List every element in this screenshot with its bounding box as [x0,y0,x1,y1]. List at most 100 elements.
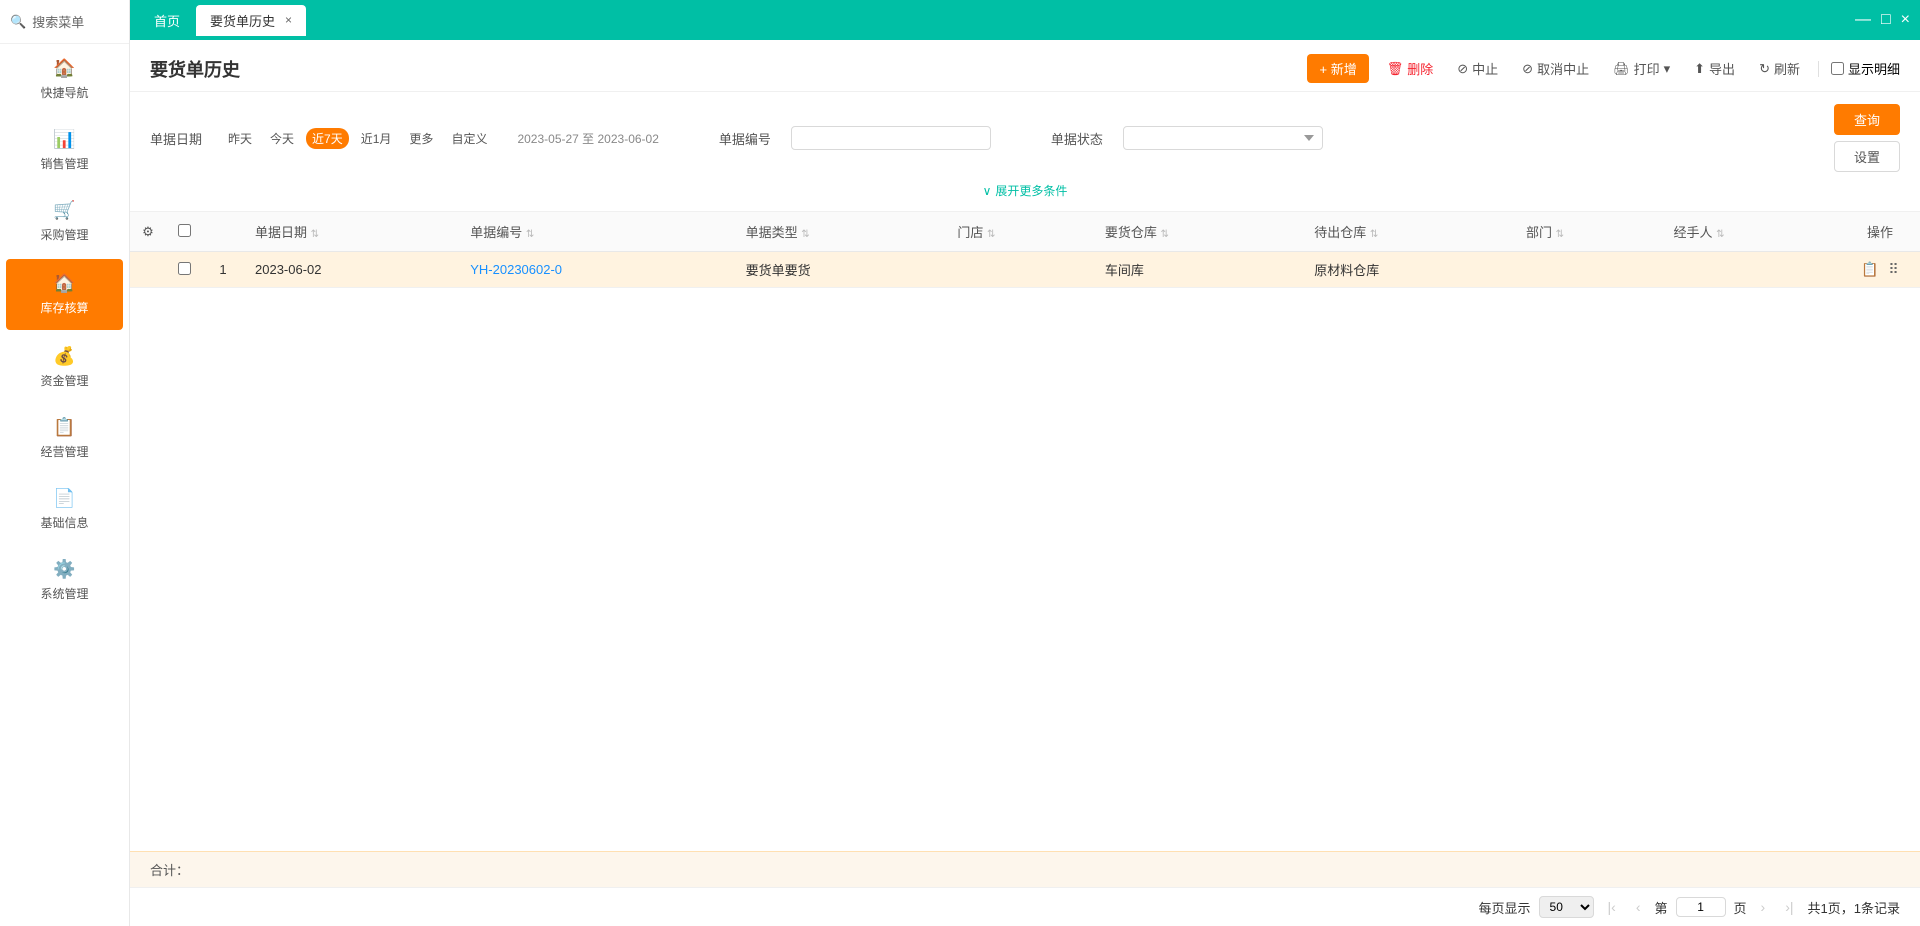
tab-home[interactable]: 首页 [140,5,194,36]
col-handler-header[interactable]: 经手人 ⇅ [1661,212,1840,252]
sidebar-item-finance[interactable]: 💰 资金管理 [0,332,129,403]
col-checkbox-header[interactable] [166,212,203,252]
main-area: 首页 要货单历史 × — □ × 要货单历史 + 新增 🗑 [130,0,1920,926]
row-select-checkbox[interactable] [178,262,191,275]
settings-icon-btn[interactable]: ⚙ [142,224,154,239]
table-header-row: ⚙ 单据日期 ⇅ 单据编号 [130,212,1920,252]
date-range-display: 2023-05-27 至 2023-06-02 [517,130,658,147]
refresh-button[interactable]: ↻ 刷新 [1753,55,1806,82]
sidebar-item-basic-label: 基础信息 [40,514,88,531]
sidebar-item-operation-label: 经营管理 [40,443,88,460]
col-type-header[interactable]: 单据类型 ⇅ [734,212,946,252]
select-all-checkbox[interactable] [178,224,191,237]
page-header: 要货单历史 + 新增 🗑 删除 ⊘ 中止 ⊘ 取消中止 [130,40,1920,92]
col-pending-warehouse-header[interactable]: 待出仓库 ⇅ [1302,212,1514,252]
system-icon: ⚙️ [53,559,75,580]
col-no-header[interactable]: 单据编号 ⇅ [458,212,733,252]
row-department [1514,252,1662,288]
row-no[interactable]: YH-20230602-0 [458,252,733,288]
cancel-stop-icon: ⊘ [1522,61,1533,77]
col-date-header[interactable]: 单据日期 ⇅ [243,212,458,252]
row-pending-warehouse: 原材料仓库 [1302,252,1514,288]
first-page-btn[interactable]: |‹ [1602,897,1622,917]
page-label: 第 [1655,898,1668,917]
per-page-select[interactable]: 50 100 200 [1539,896,1594,918]
col-store-header[interactable]: 门店 ⇅ [945,212,1093,252]
query-button[interactable]: 查询 [1834,104,1900,135]
export-button[interactable]: ⬆ 导出 [1688,55,1741,82]
search-menu[interactable]: 🔍 搜索菜单 [0,0,129,44]
new-button[interactable]: + 新增 [1307,54,1368,83]
row-checkbox[interactable] [166,252,203,288]
inventory-icon: 🏠 [53,273,75,294]
sort-store-icon: ⇅ [987,229,995,240]
row-more-icon[interactable]: ⠿ [1888,261,1898,277]
status-select[interactable] [1123,126,1323,150]
sidebar-item-purchase[interactable]: 🛒 采购管理 [0,186,129,257]
next-page-btn[interactable]: › [1755,897,1772,917]
col-department-header[interactable]: 部门 ⇅ [1514,212,1662,252]
sort-date-icon: ⇅ [311,229,319,240]
table-wrap: ⚙ 单据日期 ⇅ 单据编号 [130,212,1920,851]
date-label: 单据日期 [150,129,202,148]
sidebar-item-basic[interactable]: 📄 基础信息 [0,474,129,545]
display-detail-checkbox[interactable] [1831,62,1844,75]
display-detail-toggle[interactable]: 显示明细 [1831,59,1900,78]
sidebar-item-inventory-label: 库存核算 [40,299,88,316]
sidebar-item-home[interactable]: 🏠 快捷导航 [0,44,129,115]
sidebar-item-operation[interactable]: 📋 经营管理 [0,403,129,474]
expand-more-btn[interactable]: ∨ 展开更多条件 [150,178,1900,203]
date-btn-last1month[interactable]: 近1月 [355,128,398,149]
sidebar-item-system[interactable]: ⚙️ 系统管理 [0,545,129,616]
toolbar: + 新增 🗑 删除 ⊘ 中止 ⊘ 取消中止 🖨 打 [1307,54,1900,83]
table-footer: 合计： [130,851,1920,887]
print-button[interactable]: 🖨 打印 ▾ [1607,55,1676,82]
date-btn-more[interactable]: 更多 [403,128,439,149]
per-page-label: 每页显示 [1479,898,1531,917]
sidebar-item-sales[interactable]: 📊 销售管理 [0,115,129,186]
col-req-warehouse-header[interactable]: 要货仓库 ⇅ [1093,212,1302,252]
row-edit-icon[interactable]: 📋 [1861,261,1878,277]
cancel-stop-button[interactable]: ⊘ 取消中止 [1516,55,1595,82]
date-btn-custom[interactable]: 自定义 [445,128,493,149]
purchase-icon: 🛒 [53,200,75,221]
stop-button[interactable]: ⊘ 中止 [1451,55,1504,82]
last-page-btn[interactable]: ›| [1779,897,1799,917]
row-type: 要货单要货 [734,252,946,288]
window-close-btn[interactable]: × [1901,11,1910,29]
sidebar-item-home-label: 快捷导航 [40,84,88,101]
tab-requisition-history-label: 要货单历史 [210,11,275,30]
settings-button[interactable]: 设置 [1834,141,1900,172]
table-body: 1 2023-06-02 YH-20230602-0 要货单要货 [130,252,1920,288]
filter-area: 单据日期 昨天 今天 近7天 近1月 更多 自定义 2023-05-27 至 2… [130,92,1920,212]
operation-icon: 📋 [53,417,75,438]
row-store [945,252,1093,288]
home-icon: 🏠 [53,58,75,79]
date-btn-last7[interactable]: 近7天 [306,128,349,149]
prev-page-btn[interactable]: ‹ [1630,897,1647,917]
sort-handler-icon: ⇅ [1716,229,1724,240]
window-minimize-btn[interactable]: — [1855,11,1871,29]
delete-button[interactable]: 🗑 删除 [1381,55,1440,82]
row-date: 2023-06-02 [243,252,458,288]
row-no-link[interactable]: YH-20230602-0 [470,262,562,277]
page-input[interactable] [1676,897,1726,917]
date-btn-today[interactable]: 今天 [264,128,300,149]
tab-home-label: 首页 [154,11,180,30]
tab-close-icon[interactable]: × [285,13,292,27]
tab-requisition-history[interactable]: 要货单历史 × [196,5,306,36]
col-actions-header: 操作 [1840,212,1920,252]
page-unit: 页 [1734,898,1747,917]
order-no-label: 单据编号 [719,129,771,148]
date-btn-yesterday[interactable]: 昨天 [222,128,258,149]
sidebar-item-system-label: 系统管理 [40,585,88,602]
sidebar-item-purchase-label: 采购管理 [40,226,88,243]
order-no-input[interactable] [791,126,991,150]
sidebar-item-inventory[interactable]: 🏠 库存核算 [6,259,123,330]
basic-icon: 📄 [53,488,75,509]
col-settings[interactable]: ⚙ [130,212,166,252]
query-buttons: 查询 设置 [1834,104,1900,172]
print-icon: 🖨 [1613,61,1630,77]
window-maximize-btn[interactable]: □ [1881,11,1891,29]
col-num [203,212,243,252]
